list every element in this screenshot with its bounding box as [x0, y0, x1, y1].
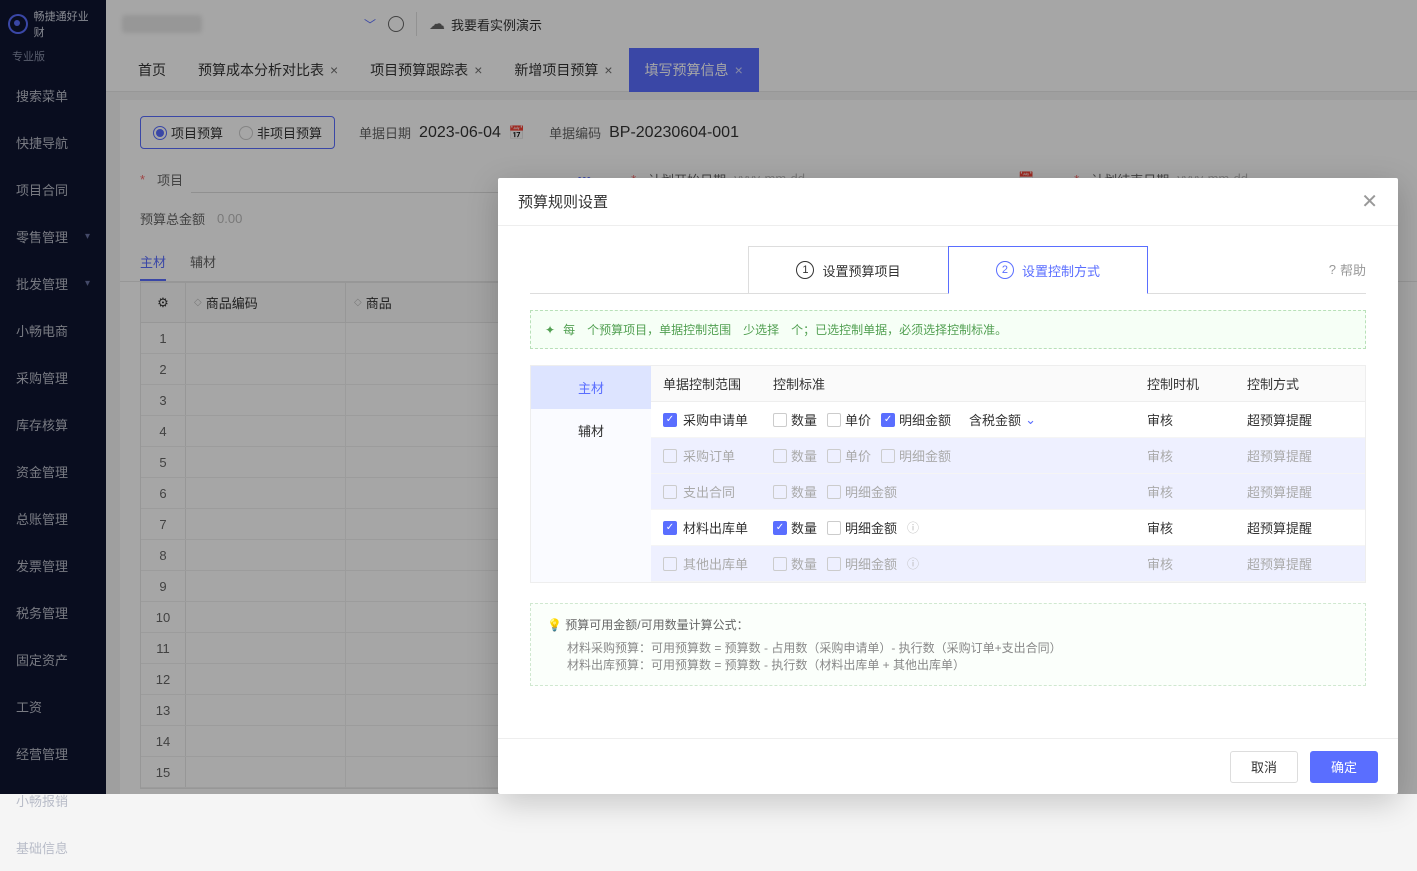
- mode-cell: 超预算提醒: [1235, 446, 1365, 465]
- rule-side-main[interactable]: 主材: [531, 366, 651, 409]
- time-cell: 审核: [1135, 410, 1235, 429]
- checkbox-icon[interactable]: [881, 449, 895, 463]
- amount-checkbox[interactable]: 明细金额: [827, 482, 897, 501]
- std-cell: 数量单价 ✓明细金额含税金额⌄: [761, 410, 1135, 429]
- close-icon[interactable]: ✕: [1361, 189, 1378, 214]
- step-number-icon: 2: [996, 261, 1014, 279]
- step-number-icon: 1: [796, 261, 814, 279]
- time-cell: 审核: [1135, 482, 1235, 501]
- checkbox-icon[interactable]: [773, 413, 787, 427]
- step-tabs: 1 设置预算项目 2 设置控制方式 ? 帮助: [530, 246, 1366, 294]
- tax-select[interactable]: 含税金额⌄: [969, 410, 1036, 429]
- formula-title: 💡 预算可用金额/可用数量计算公式：: [547, 616, 1349, 633]
- rule-row-0: ✓采购申请单 数量单价 ✓明细金额含税金额⌄ 审核 超预算提醒: [651, 402, 1365, 438]
- qty-checkbox[interactable]: 数量: [773, 446, 817, 465]
- time-cell: 审核: [1135, 554, 1235, 573]
- budget-rule-modal: 预算规则设置 ✕ 1 设置预算项目 2 设置控制方式 ? 帮助 ✦ 每 个预算项…: [498, 178, 1398, 794]
- tip-banner: ✦ 每 个预算项目，单据控制范围 少选择 个；已选控制单据，必须选择控制标准。: [530, 310, 1366, 349]
- checkbox-icon[interactable]: [663, 557, 677, 571]
- formula-line-1: 材料采购预算：可用预算数 = 预算数 - 占用数（采购申请单）- 执行数（采购订…: [547, 639, 1349, 656]
- qty-checkbox[interactable]: 数量: [773, 482, 817, 501]
- th-mode: 控制方式: [1235, 374, 1365, 393]
- checkbox-icon[interactable]: ✓: [663, 413, 677, 427]
- scope-cell[interactable]: 其他出库单: [651, 554, 761, 573]
- checkbox-icon[interactable]: ✓: [663, 521, 677, 535]
- qty-checkbox[interactable]: ✓数量: [773, 518, 817, 537]
- mode-cell: 超预算提醒: [1235, 410, 1365, 429]
- rule-side-nav: 主材 辅材: [531, 366, 651, 582]
- modal-header: 预算规则设置 ✕: [498, 178, 1398, 226]
- std-cell: 数量明细金额: [761, 482, 1135, 501]
- qty-checkbox[interactable]: 数量: [773, 410, 817, 429]
- price-checkbox[interactable]: 单价: [827, 446, 871, 465]
- std-cell: 数量明细金额 ⓘ: [761, 554, 1135, 573]
- checkbox-icon[interactable]: [773, 485, 787, 499]
- rule-row-4: 其他出库单 数量明细金额 ⓘ 审核 超预算提醒: [651, 546, 1365, 582]
- checkbox-icon[interactable]: [827, 521, 841, 535]
- amount-checkbox[interactable]: ✓明细金额: [881, 410, 951, 429]
- rule-layout: 主材 辅材 单据控制范围 控制标准 控制时机 控制方式 ✓采购申请单 数量单价✓…: [530, 365, 1366, 583]
- modal-title: 预算规则设置: [518, 191, 608, 212]
- confirm-button[interactable]: 确定: [1310, 751, 1378, 783]
- th-scope: 单据控制范围: [651, 374, 761, 393]
- scope-cell[interactable]: ✓采购申请单: [651, 410, 761, 429]
- checkbox-icon[interactable]: [827, 413, 841, 427]
- rule-side-aux[interactable]: 辅材: [531, 409, 651, 452]
- sidebar-item-16[interactable]: 基础信息: [0, 824, 106, 871]
- qty-checkbox[interactable]: 数量: [773, 554, 817, 573]
- checkbox-icon[interactable]: [663, 485, 677, 499]
- time-cell: 审核: [1135, 446, 1235, 465]
- step-label: 设置预算项目: [822, 261, 900, 280]
- step-1-tab[interactable]: 1 设置预算项目: [748, 246, 948, 294]
- rule-row-3: ✓材料出库单 ✓数量明细金额 ⓘ 审核 超预算提醒: [651, 510, 1365, 546]
- checkbox-icon[interactable]: [663, 449, 677, 463]
- checkbox-icon[interactable]: ✓: [881, 413, 895, 427]
- checkbox-icon[interactable]: ✓: [773, 521, 787, 535]
- help-link[interactable]: ? 帮助: [1329, 260, 1366, 279]
- modal-body: 1 设置预算项目 2 设置控制方式 ? 帮助 ✦ 每 个预算项目，单据控制范围 …: [498, 226, 1398, 738]
- tip-icon: ✦: [545, 323, 555, 337]
- checkbox-icon[interactable]: [773, 449, 787, 463]
- amount-checkbox[interactable]: 明细金额: [881, 446, 951, 465]
- step-2-tab[interactable]: 2 设置控制方式: [948, 246, 1148, 294]
- time-cell: 审核: [1135, 518, 1235, 537]
- info-icon[interactable]: ⓘ: [907, 555, 919, 572]
- mode-cell: 超预算提醒: [1235, 482, 1365, 501]
- std-cell: ✓数量明细金额 ⓘ: [761, 518, 1135, 537]
- help-icon: ?: [1329, 262, 1336, 277]
- help-label: 帮助: [1340, 260, 1366, 279]
- checkbox-icon[interactable]: [827, 557, 841, 571]
- bulb-icon: 💡: [547, 618, 562, 632]
- rule-row-2: 支出合同 数量明细金额 审核 超预算提醒: [651, 474, 1365, 510]
- formula-title-text: 预算可用金额/可用数量计算公式：: [565, 618, 748, 632]
- price-checkbox[interactable]: 单价: [827, 410, 871, 429]
- formula-line-2: 材料出库预算：可用预算数 = 预算数 - 执行数（材料出库单 + 其他出库单）: [547, 656, 1349, 673]
- th-std: 控制标准: [761, 374, 1135, 393]
- tip-text: 每 个预算项目，单据控制范围 少选择 个；已选控制单据，必须选择控制标准。: [563, 321, 1007, 338]
- mode-cell: 超预算提醒: [1235, 554, 1365, 573]
- chevron-down-icon: ⌄: [1025, 412, 1036, 428]
- mode-cell: 超预算提醒: [1235, 518, 1365, 537]
- amount-checkbox[interactable]: 明细金额: [827, 554, 897, 573]
- scope-cell[interactable]: 支出合同: [651, 482, 761, 501]
- std-cell: 数量单价明细金额: [761, 446, 1135, 465]
- checkbox-icon[interactable]: [773, 557, 787, 571]
- amount-checkbox[interactable]: 明细金额: [827, 518, 897, 537]
- scope-cell[interactable]: 采购订单: [651, 446, 761, 465]
- cancel-button[interactable]: 取消: [1230, 751, 1298, 783]
- formula-box: 💡 预算可用金额/可用数量计算公式： 材料采购预算：可用预算数 = 预算数 - …: [530, 603, 1366, 686]
- scope-cell[interactable]: ✓材料出库单: [651, 518, 761, 537]
- step-label: 设置控制方式: [1022, 261, 1100, 280]
- th-time: 控制时机: [1135, 374, 1235, 393]
- rule-row-1: 采购订单 数量单价明细金额 审核 超预算提醒: [651, 438, 1365, 474]
- rule-table: 单据控制范围 控制标准 控制时机 控制方式 ✓采购申请单 数量单价✓明细金额含税…: [651, 366, 1365, 582]
- checkbox-icon[interactable]: [827, 449, 841, 463]
- info-icon[interactable]: ⓘ: [907, 519, 919, 536]
- sidebar-item-label: 基础信息: [16, 838, 68, 857]
- modal-footer: 取消 确定: [498, 738, 1398, 794]
- rule-table-header: 单据控制范围 控制标准 控制时机 控制方式: [651, 366, 1365, 402]
- checkbox-icon[interactable]: [827, 485, 841, 499]
